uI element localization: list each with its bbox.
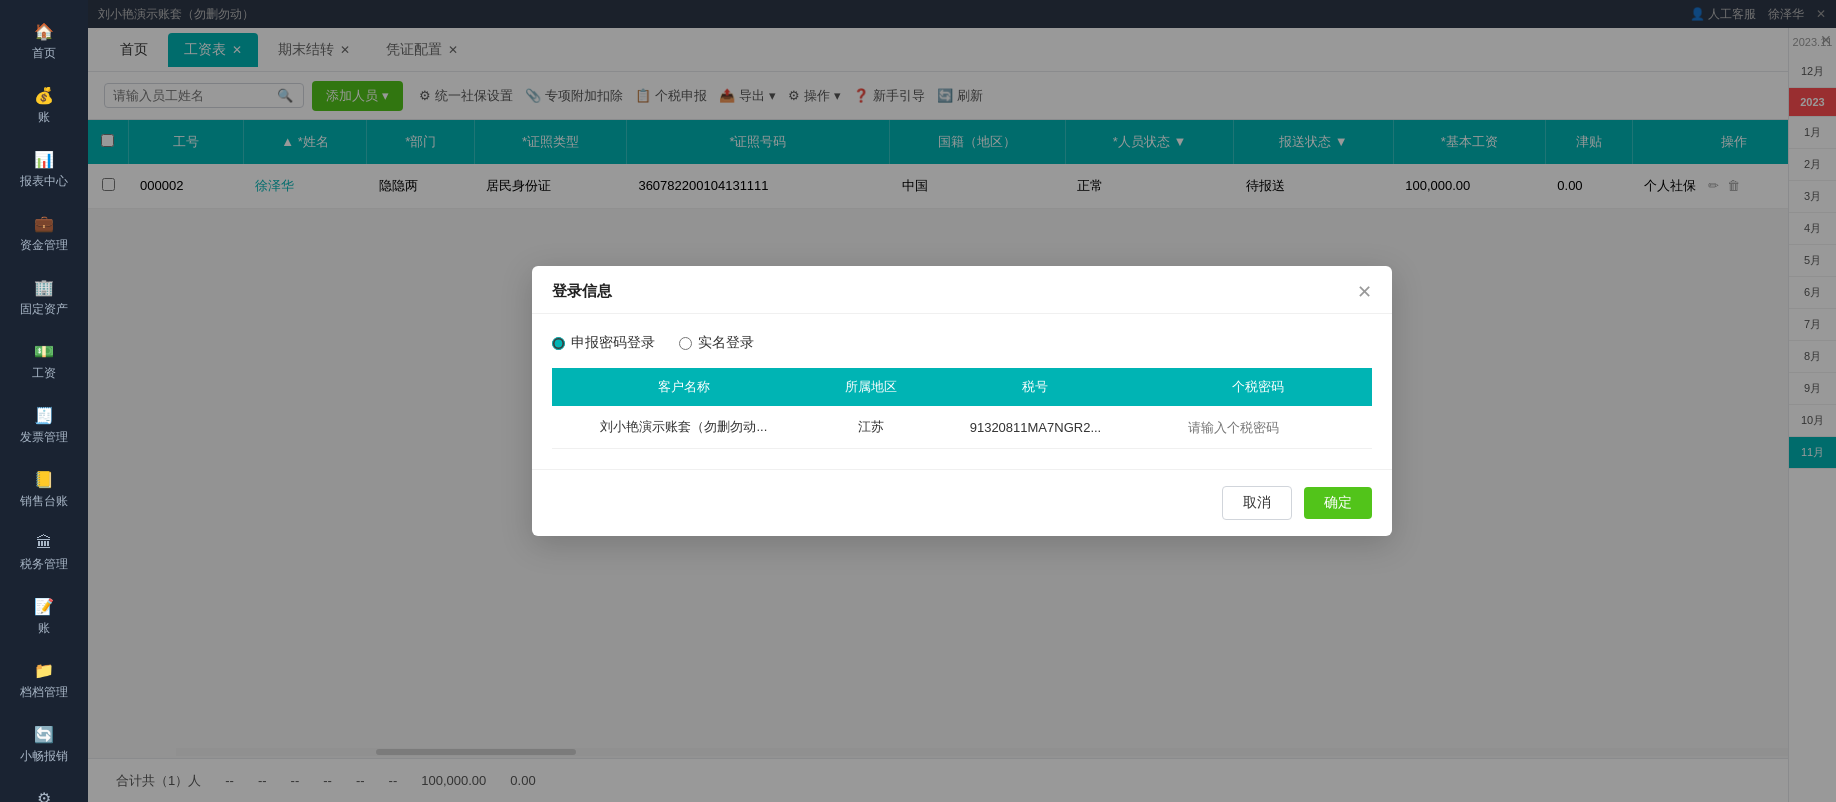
tax-icon: 🏛	[36, 534, 52, 552]
sidebar: 🏠 首页 💰 账 📊 报表中心 💼 资金管理 🏢 固定资产 💵 工资 🧾 发票管…	[0, 0, 88, 802]
sidebar-item-sales-return[interactable]: 🔄 小畅报销	[0, 713, 88, 777]
login-table: 客户名称 所属地区 税号 个税密码 刘小艳演示账套（勿删勿动... 江苏 913…	[552, 368, 1372, 449]
settings-icon: ⚙	[37, 789, 51, 802]
dialog-header: 登录信息 ✕	[532, 266, 1392, 314]
dialog-col-name: 客户名称	[552, 368, 816, 406]
login-radio-group: 申报密码登录 实名登录	[552, 334, 1372, 352]
radio-password-label: 申报密码登录	[571, 334, 655, 352]
dialog-table-row: 刘小艳演示账套（勿删勿动... 江苏 91320811MA7NGR2...	[552, 406, 1372, 449]
radio-password-login[interactable]: 申报密码登录	[552, 334, 655, 352]
report-center-icon: 📊	[34, 150, 54, 169]
dialog-row-name: 刘小艳演示账套（勿删勿动...	[552, 406, 816, 449]
dialog-row-password[interactable]	[1144, 406, 1372, 449]
cancel-button[interactable]: 取消	[1222, 486, 1292, 520]
radio-password-input[interactable]	[552, 337, 565, 350]
dialog-col-region: 所属地区	[816, 368, 927, 406]
dialog-col-taxid: 税号	[927, 368, 1144, 406]
payroll-icon: 💰	[34, 86, 54, 105]
sidebar-item-invoice[interactable]: 🧾 发票管理	[0, 394, 88, 458]
fixed-assets-icon: 🏢	[34, 278, 54, 297]
sidebar-item-fixed-assets[interactable]: 🏢 固定资产	[0, 266, 88, 330]
fund-icon: 💼	[34, 214, 54, 233]
sidebar-item-fund[interactable]: 💼 资金管理	[0, 202, 88, 266]
dialog-row-taxid: 91320811MA7NGR2...	[927, 406, 1144, 449]
wages-icon: 💵	[34, 342, 54, 361]
home-icon: 🏠	[34, 22, 54, 41]
dialog-body: 申报密码登录 实名登录 客户名称 所属地区 税号 个税密码	[532, 314, 1392, 469]
dialog-title: 登录信息	[552, 282, 612, 301]
sidebar-item-wages[interactable]: 💵 工资	[0, 330, 88, 394]
dialog-overlay: 登录信息 ✕ 申报密码登录 实名登录 客户名称 所属地区	[88, 0, 1836, 802]
sidebar-item-archive[interactable]: 📁 档档管理	[0, 649, 88, 713]
sidebar-item-report-center[interactable]: 📊 报表中心	[0, 138, 88, 202]
sidebar-item-sales-ledger[interactable]: 📒 销售台账	[0, 458, 88, 522]
archive-icon: 📁	[34, 661, 54, 680]
sidebar-item-home[interactable]: 🏠 首页	[0, 10, 88, 74]
radio-realname-label: 实名登录	[698, 334, 754, 352]
invoice-icon: 🧾	[34, 406, 54, 425]
dialog-col-password: 个税密码	[1144, 368, 1372, 406]
login-dialog: 登录信息 ✕ 申报密码登录 实名登录 客户名称 所属地区	[532, 266, 1392, 536]
dialog-footer: 取消 确定	[532, 469, 1392, 536]
sidebar-item-settings[interactable]: ⚙ 设置	[0, 777, 88, 802]
sales-return-icon: 🔄	[34, 725, 54, 744]
radio-realname-login[interactable]: 实名登录	[679, 334, 754, 352]
confirm-button[interactable]: 确定	[1304, 487, 1372, 519]
tax-password-input[interactable]	[1188, 420, 1328, 435]
sidebar-item-accounts[interactable]: 📝 账	[0, 585, 88, 649]
dialog-close-button[interactable]: ✕	[1357, 283, 1372, 301]
radio-realname-input[interactable]	[679, 337, 692, 350]
sales-ledger-icon: 📒	[34, 470, 54, 489]
sidebar-item-payroll[interactable]: 💰 账	[0, 74, 88, 138]
dialog-row-region: 江苏	[816, 406, 927, 449]
accounts-icon: 📝	[34, 597, 54, 616]
sidebar-item-tax[interactable]: 🏛 税务管理	[0, 522, 88, 585]
